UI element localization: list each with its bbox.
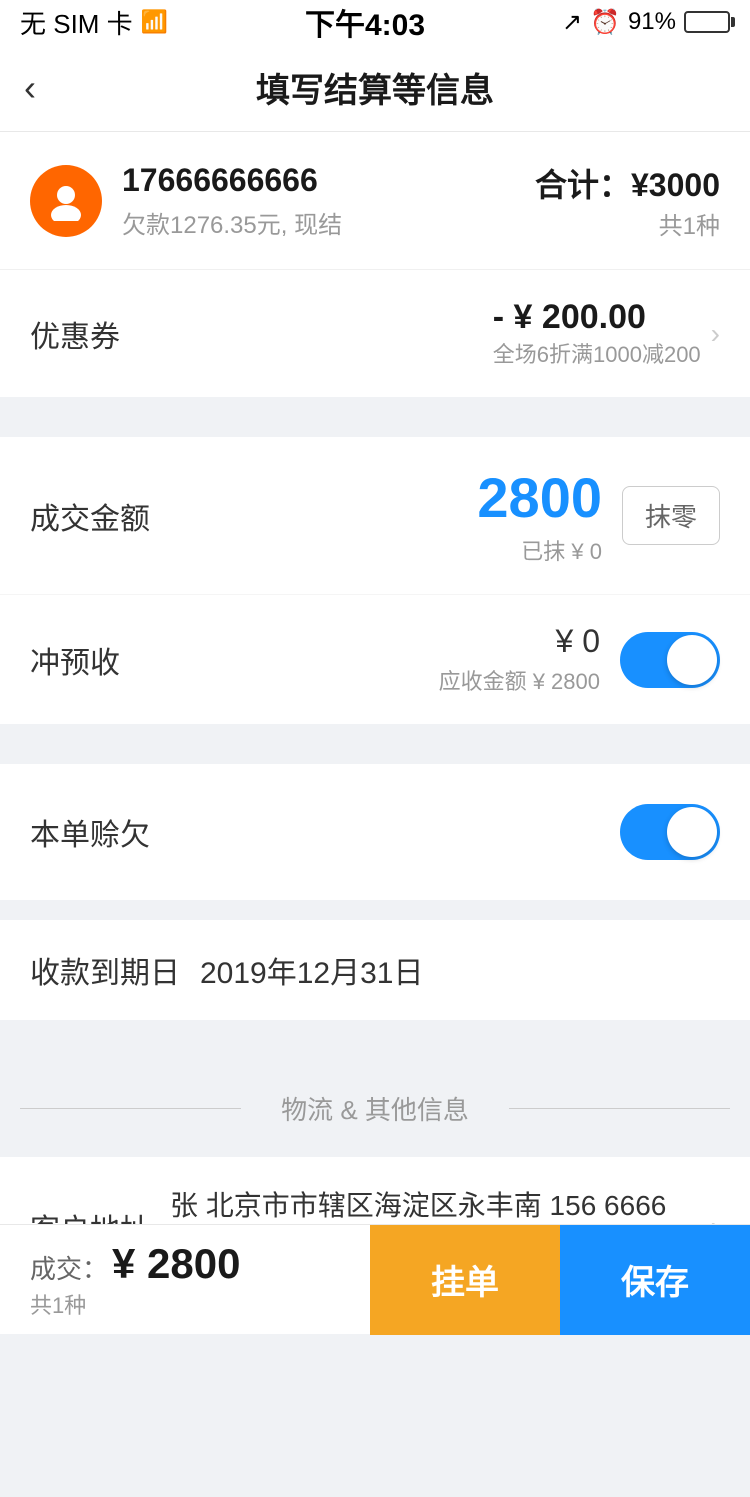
total-count: 共1种 <box>535 206 720 241</box>
avatar <box>30 165 102 237</box>
alarm-icon: ⏰ <box>590 8 620 37</box>
debit-label: 本单赊欠 <box>30 810 150 854</box>
prepaid-receivable: 应收金额 ¥ 2800 <box>439 664 600 696</box>
carrier-text: 无 SIM 卡 <box>20 4 133 41</box>
bottom-count: 共1种 <box>30 1288 340 1320</box>
prepaid-row: 冲预收 ¥ 0 应收金额 ¥ 2800 <box>0 595 750 724</box>
location-icon: ↗ <box>562 8 582 37</box>
deal-amount-row: 成交金额 2800 已抹 ¥ 0 抹零 <box>0 437 750 595</box>
user-info: 17666666666 欠款1276.35元, 现结 <box>122 162 342 240</box>
total-amount: 合计：¥3000 <box>535 160 720 206</box>
user-card: 17666666666 欠款1276.35元, 现结 合计：¥3000 共1种 … <box>0 132 750 397</box>
prepaid-label: 冲预收 <box>30 638 120 682</box>
deal-amount-label: 成交金额 <box>30 494 150 538</box>
status-bar: 无 SIM 卡 📶 下午4:03 ↗ ⏰ 91% <box>0 0 750 44</box>
coupon-label: 优惠券 <box>30 312 120 356</box>
debit-toggle-knob <box>667 807 717 857</box>
debit-toggle[interactable] <box>620 804 720 860</box>
prepaid-amount-col: ¥ 0 应收金额 ¥ 2800 <box>439 623 600 696</box>
amount-col: 2800 已抹 ¥ 0 <box>477 465 602 566</box>
save-button[interactable]: 保存 <box>560 1225 750 1335</box>
user-left: 17666666666 欠款1276.35元, 现结 <box>30 162 342 240</box>
bottom-deal-label: 成交： <box>30 1249 108 1286</box>
duedate-label: 收款到期日 <box>30 948 180 992</box>
amount-section: 成交金额 2800 已抹 ¥ 0 抹零 冲预收 ¥ 0 应收金额 ¥ 2800 <box>0 437 750 724</box>
bottom-price: ¥ 2800 <box>112 1240 240 1288</box>
status-left: 无 SIM 卡 📶 <box>20 4 168 41</box>
page-title: 填写结算等信息 <box>256 63 494 112</box>
wifi-icon: 📶 <box>141 9 168 35</box>
coupon-row[interactable]: 优惠券 - ¥ 200.00 全场6折满1000减200 › <box>0 269 750 397</box>
hangup-button[interactable]: 挂单 <box>370 1225 560 1335</box>
chevron-right-icon: › <box>711 318 720 350</box>
toggle-knob <box>667 635 717 685</box>
logistics-line-left <box>20 1108 241 1109</box>
back-button[interactable]: ‹ <box>24 67 36 109</box>
round-zero-button[interactable]: 抹零 <box>622 486 720 545</box>
deal-amount-value: 2800 <box>477 465 602 530</box>
section-divider-3 <box>0 1040 750 1060</box>
user-total: 合计：¥3000 共1种 <box>535 160 720 241</box>
coupon-discount: - ¥ 200.00 <box>493 298 701 337</box>
prepaid-right: ¥ 0 应收金额 ¥ 2800 <box>439 623 720 696</box>
section-divider-1 <box>0 417 750 437</box>
coupon-right: - ¥ 200.00 全场6折满1000减200 › <box>493 298 720 369</box>
section-divider-2 <box>0 744 750 764</box>
coupon-desc: 全场6折满1000减200 <box>493 337 701 369</box>
prepaid-amount: ¥ 0 <box>439 623 600 660</box>
logistics-header: 物流 & 其他信息 <box>0 1060 750 1157</box>
bottom-bar: 成交： ¥ 2800 共1种 挂单 保存 <box>0 1224 750 1334</box>
prepaid-toggle[interactable] <box>620 632 720 688</box>
user-phone: 17666666666 <box>122 162 342 199</box>
duedate-value: 2019年12月31日 <box>200 948 423 992</box>
logistics-text: 物流 & 其他信息 <box>281 1090 469 1127</box>
status-right: ↗ ⏰ 91% <box>562 8 730 37</box>
bottom-info: 成交： ¥ 2800 共1种 <box>0 1240 370 1320</box>
duedate-row: 收款到期日 2019年12月31日 <box>0 920 750 1020</box>
deal-amount-sub: 已抹 ¥ 0 <box>521 534 602 566</box>
battery-text: 91% <box>628 8 676 36</box>
status-time: 下午4:03 <box>305 0 425 44</box>
debit-row: 本单赊欠 <box>0 764 750 900</box>
bottom-deal-row: 成交： ¥ 2800 <box>30 1240 340 1288</box>
user-row: 17666666666 欠款1276.35元, 现结 合计：¥3000 共1种 <box>0 132 750 269</box>
deal-amount-right: 2800 已抹 ¥ 0 抹零 <box>477 465 720 566</box>
logistics-line-right <box>509 1108 730 1109</box>
nav-bar: ‹ 填写结算等信息 <box>0 44 750 132</box>
user-debt: 欠款1276.35元, 现结 <box>122 205 342 240</box>
coupon-info: - ¥ 200.00 全场6折满1000减200 <box>493 298 701 369</box>
battery-icon <box>684 11 730 33</box>
